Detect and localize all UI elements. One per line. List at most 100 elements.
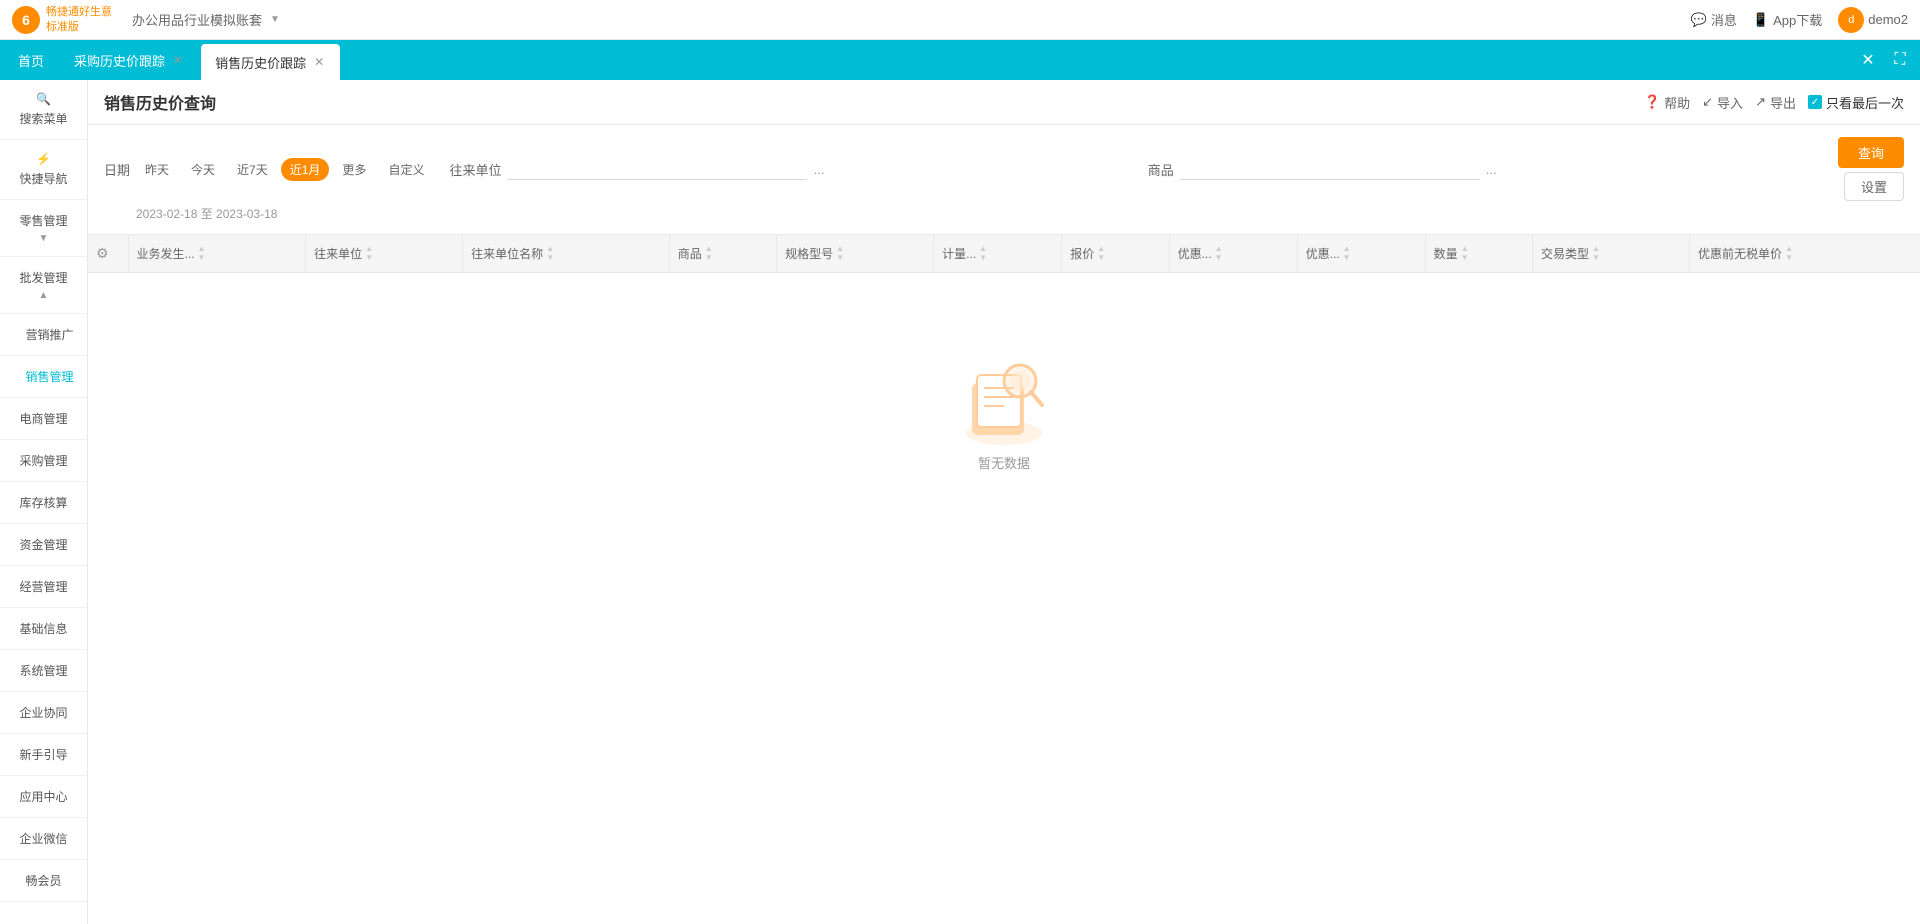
th-partner-name[interactable]: 往来单位名称 ▲ ▼ xyxy=(463,235,670,273)
tab-close-purchase[interactable]: ✕ xyxy=(171,51,185,69)
help-icon: ❓ xyxy=(1644,94,1660,110)
date-range-display: 2023-02-18 至 2023-03-18 xyxy=(136,205,1904,222)
th-quote[interactable]: 报价 ▲ ▼ xyxy=(1062,235,1169,273)
table-container: ⚙ 业务发生... ▲ ▼ xyxy=(88,235,1920,924)
th-partner-code[interactable]: 往来单位 ▲ ▼ xyxy=(306,235,463,273)
logo-icon: 6 xyxy=(12,6,40,34)
title-dropdown-icon[interactable]: ▼ xyxy=(270,14,280,25)
import-btn[interactable]: ↙ 导入 xyxy=(1702,93,1743,112)
th-quantity[interactable]: 数量 ▲ ▼ xyxy=(1425,235,1532,273)
sidebar-item-inventory[interactable]: 库存核算 xyxy=(0,482,87,524)
sidebar-item-wholesale[interactable]: 批发管理 ▲ xyxy=(0,257,87,314)
tab-home[interactable]: 首页 xyxy=(4,42,58,78)
sort-arrows-discount2: ▲ ▼ xyxy=(1343,245,1351,262)
settings-button[interactable]: 设置 xyxy=(1844,172,1904,201)
partner-label: 往来单位 xyxy=(449,160,501,179)
sidebar: 🔍 搜索菜单 ⚡ 快捷导航 零售管理 ▼ 批发管理 ▲ 营销推广 销售管理 电商… xyxy=(0,80,88,924)
empty-text: 暂无数据 xyxy=(978,453,1030,472)
message-icon: 💬 xyxy=(1691,12,1707,28)
th-unit[interactable]: 计量... ▲ ▼ xyxy=(934,235,1062,273)
export-btn[interactable]: ↗ 导出 xyxy=(1755,93,1796,112)
goods-label: 商品 xyxy=(1148,160,1174,179)
user-area[interactable]: d demo2 xyxy=(1838,7,1908,33)
tab-close-sales[interactable]: ✕ xyxy=(312,53,326,71)
sidebar-item-sales[interactable]: 销售管理 xyxy=(0,356,87,398)
sort-arrows-quote: ▲ ▼ xyxy=(1097,245,1105,262)
th-goods[interactable]: 商品 ▲ ▼ xyxy=(669,235,776,273)
goods-input[interactable] xyxy=(1180,158,1480,180)
message-btn[interactable]: 💬 消息 xyxy=(1691,10,1737,29)
tab-purchase-history[interactable]: 采购历史价跟踪 ✕ xyxy=(60,42,199,78)
th-discount2[interactable]: 优惠... ▲ ▼ xyxy=(1297,235,1425,273)
sidebar-item-ecommerce[interactable]: 电商管理 xyxy=(0,398,87,440)
column-settings-icon[interactable]: ⚙ xyxy=(96,245,109,261)
sidebar-item-search[interactable]: 🔍 搜索菜单 xyxy=(0,80,87,140)
th-discount1[interactable]: 优惠... ▲ ▼ xyxy=(1169,235,1297,273)
tab-sales-history[interactable]: 销售历史价跟踪 ✕ xyxy=(201,44,340,80)
sidebar-item-wechat[interactable]: 企业微信 xyxy=(0,818,87,860)
empty-state: 暂无数据 xyxy=(88,273,1920,552)
close-window-icon[interactable]: ✕ xyxy=(1856,48,1880,72)
sidebar-item-new-guide[interactable]: 新手引导 xyxy=(0,734,87,776)
last-only-checkbox[interactable]: ✓ xyxy=(1808,95,1822,109)
sidebar-item-system[interactable]: 系统管理 xyxy=(0,650,87,692)
date-filter-group: 日期 昨天 今天 近7天 近1月 更多 自定义 xyxy=(104,158,433,181)
app-title: 办公用品行业模拟账套 xyxy=(132,10,262,29)
filter-row: 日期 昨天 今天 近7天 近1月 更多 自定义 往来单位 ... xyxy=(104,137,1904,201)
date-btn-yesterday[interactable]: 昨天 xyxy=(136,158,178,181)
date-btn-7days[interactable]: 近7天 xyxy=(228,158,277,181)
app-download-btn[interactable]: 📱 App下载 xyxy=(1753,10,1822,29)
th-trade-type[interactable]: 交易类型 ▲ ▼ xyxy=(1533,235,1690,273)
goods-dots: ... xyxy=(1486,162,1497,177)
last-only-checkbox-wrapper[interactable]: ✓ 只看最后一次 xyxy=(1808,93,1904,112)
sidebar-item-quick-nav[interactable]: ⚡ 快捷导航 xyxy=(0,140,87,200)
sidebar-item-vip[interactable]: 畅会员 xyxy=(0,860,87,902)
date-btn-more[interactable]: 更多 xyxy=(333,158,375,181)
top-bar-right: 💬 消息 📱 App下载 d demo2 xyxy=(1691,7,1908,33)
sidebar-item-marketing[interactable]: 营销推广 xyxy=(0,314,87,356)
filter-right-buttons: 查询 设置 xyxy=(1838,137,1904,201)
partner-input[interactable] xyxy=(507,158,807,180)
logo-text: 畅捷通好生意 标准版 xyxy=(46,5,112,34)
th-business-date[interactable]: 业务发生... ▲ ▼ xyxy=(128,235,306,273)
sort-down-icon: ▼ xyxy=(198,254,206,262)
sort-arrows-partner-name: ▲ ▼ xyxy=(546,245,554,262)
content-area: 销售历史价查询 ❓ 帮助 ↙ 导入 ↗ 导出 ✓ 只看最后一次 xyxy=(88,80,1920,924)
download-icon: 📱 xyxy=(1753,12,1769,28)
th-spec[interactable]: 规格型号 ▲ ▼ xyxy=(777,235,934,273)
sidebar-item-app-center[interactable]: 应用中心 xyxy=(0,776,87,818)
export-icon: ↗ xyxy=(1755,94,1766,110)
sort-arrows-business-date: ▲ ▼ xyxy=(198,245,206,262)
th-pretax-price[interactable]: 优惠前无税单价 ▲ ▼ xyxy=(1690,235,1920,273)
retail-arrow-icon: ▼ xyxy=(39,233,49,244)
tab-bar-actions: ✕ ⛶ xyxy=(1856,48,1912,72)
th-settings[interactable]: ⚙ xyxy=(88,235,128,273)
help-btn[interactable]: ❓ 帮助 xyxy=(1644,93,1690,112)
sidebar-item-operations[interactable]: 经营管理 xyxy=(0,566,87,608)
date-buttons: 昨天 今天 近7天 近1月 更多 自定义 xyxy=(136,158,433,181)
sort-arrows-goods: ▲ ▼ xyxy=(705,245,713,262)
search-menu-icon: 🔍 xyxy=(36,92,51,106)
import-icon: ↙ xyxy=(1702,94,1713,110)
date-btn-custom[interactable]: 自定义 xyxy=(379,158,433,181)
sidebar-item-finance[interactable]: 资金管理 xyxy=(0,524,87,566)
top-bar-left: 6 畅捷通好生意 标准版 办公用品行业模拟账套 ▼ xyxy=(12,5,280,34)
maximize-window-icon[interactable]: ⛶ xyxy=(1888,48,1912,72)
partner-filter-field: 往来单位 ... xyxy=(449,158,1123,180)
date-label: 日期 xyxy=(104,160,130,179)
date-btn-1month[interactable]: 近1月 xyxy=(281,158,330,181)
query-button[interactable]: 查询 xyxy=(1838,137,1904,168)
partner-dots: ... xyxy=(813,162,824,177)
sidebar-item-basic-info[interactable]: 基础信息 xyxy=(0,608,87,650)
sidebar-item-retail[interactable]: 零售管理 ▼ xyxy=(0,200,87,257)
wholesale-arrow-icon: ▲ xyxy=(39,290,49,301)
sidebar-item-collaboration[interactable]: 企业协同 xyxy=(0,692,87,734)
sort-arrows-spec: ▲ ▼ xyxy=(836,245,844,262)
main-layout: 🔍 搜索菜单 ⚡ 快捷导航 零售管理 ▼ 批发管理 ▲ 营销推广 销售管理 电商… xyxy=(0,80,1920,924)
sort-arrows-partner-code: ▲ ▼ xyxy=(365,245,373,262)
date-btn-today[interactable]: 今天 xyxy=(182,158,224,181)
sort-arrows-trade-type: ▲ ▼ xyxy=(1592,245,1600,262)
filter-area: 日期 昨天 今天 近7天 近1月 更多 自定义 往来单位 ... xyxy=(88,125,1920,235)
goods-filter-field: 商品 ... xyxy=(1148,158,1822,180)
sidebar-item-purchase[interactable]: 采购管理 xyxy=(0,440,87,482)
